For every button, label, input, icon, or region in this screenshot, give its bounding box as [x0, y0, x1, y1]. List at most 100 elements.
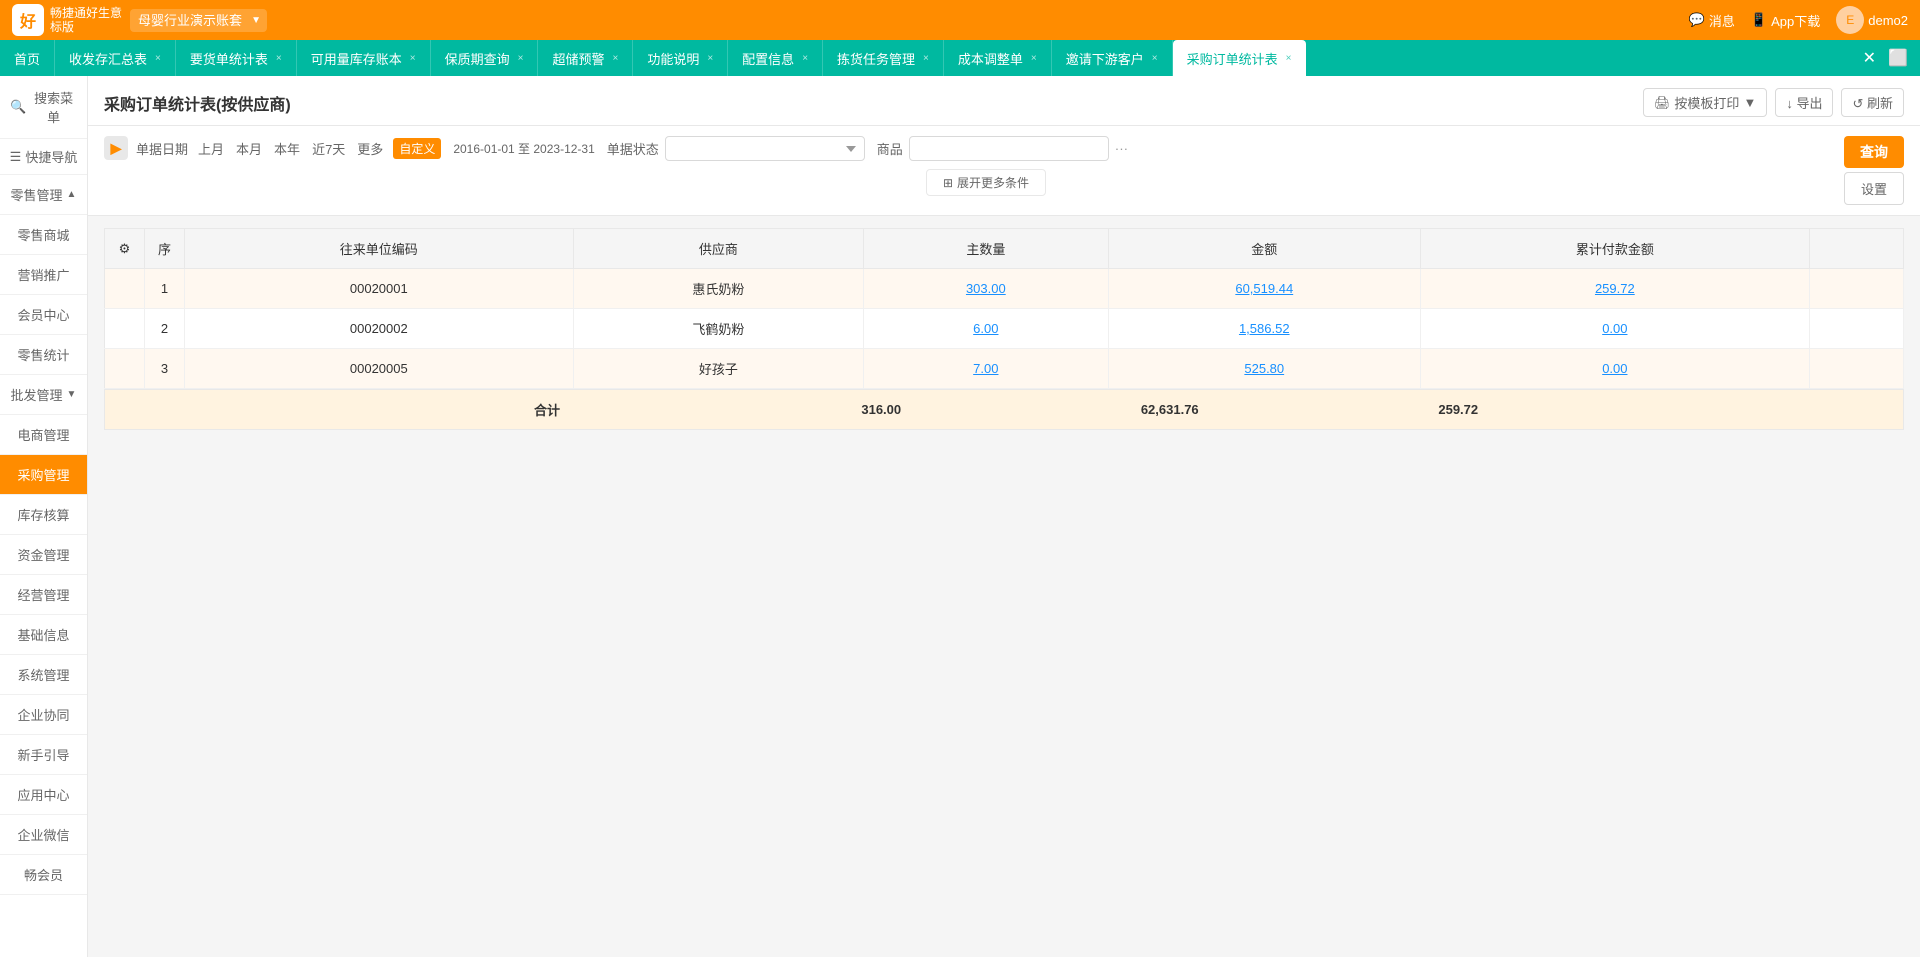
th-settings[interactable]: ⚙ [105, 229, 145, 269]
date-filter-label: 单据日期 [136, 139, 188, 158]
close-tab-caigoudan[interactable]: × [1286, 53, 1292, 64]
industry-selector-wrap[interactable]: 母婴行业演示账套 [130, 9, 267, 32]
row-amount[interactable]: 1,586.52 [1108, 309, 1421, 349]
row-paid[interactable]: 259.72 [1421, 269, 1810, 309]
shortcut-this-month[interactable]: 本月 [232, 137, 266, 160]
query-section: 查询 设置 [1844, 136, 1904, 205]
sidebar-item-yingxiao[interactable]: 营销推广 [0, 255, 87, 295]
tab-peizhi[interactable]: 配置信息 × [728, 40, 823, 76]
close-tab-gongneng[interactable]: × [707, 53, 713, 64]
row-settings-cell [105, 309, 145, 349]
th-supplier: 供应商 [573, 229, 864, 269]
close-tab-paihuorenwu[interactable]: × [923, 53, 929, 64]
export-icon: ↓ [1786, 96, 1793, 111]
date-shortcuts: 上月 本月 本年 近7天 更多 [194, 137, 387, 160]
sidebar-item-dian[interactable]: 电商管理 [0, 415, 87, 455]
refresh-btn[interactable]: ↺ 刷新 [1841, 88, 1904, 117]
th-paid: 累计付款金额 [1421, 229, 1810, 269]
goods-filter-label: 商品 [877, 139, 903, 158]
row-amount[interactable]: 60,519.44 [1108, 269, 1421, 309]
close-tab-chaochu[interactable]: × [612, 53, 618, 64]
shortcut-this-year[interactable]: 本年 [270, 137, 304, 160]
message-icon: 💬 [1689, 12, 1705, 28]
nav-icon: ☰ [10, 149, 22, 165]
sidebar-item-qiyeweixin[interactable]: 企业微信 [0, 815, 87, 855]
close-tab-baozhi[interactable]: × [518, 53, 524, 64]
quick-nav-btn[interactable]: ☰ 快捷导航 [0, 139, 87, 175]
tab-paihuorenwu[interactable]: 拣货任务管理 × [823, 40, 944, 76]
close-tab-chengbentiaoz[interactable]: × [1031, 53, 1037, 64]
tab-home[interactable]: 首页 [0, 40, 55, 76]
shortcut-7days[interactable]: 近7天 [308, 137, 349, 160]
print-btn[interactable]: 🖨 按模板打印 ▼ [1643, 88, 1767, 117]
user-avatar-area[interactable]: E demo2 [1836, 6, 1908, 34]
row-paid[interactable]: 0.00 [1421, 309, 1810, 349]
app-download-btn[interactable]: 📱 App下载 [1751, 11, 1820, 30]
sidebar-item-xinshou[interactable]: 新手引导 [0, 735, 87, 775]
row-amount[interactable]: 525.80 [1108, 349, 1421, 389]
tab-yaohuo[interactable]: 要货单统计表 × [176, 40, 297, 76]
sidebar-item-pifaguanli[interactable]: 批发管理 ▼ [0, 375, 87, 415]
sidebar-item-kucun[interactable]: 库存核算 [0, 495, 87, 535]
tab-shoufashui[interactable]: 收发存汇总表 × [55, 40, 176, 76]
sidebar-item-zijin[interactable]: 资金管理 [0, 535, 87, 575]
tab-gongneng[interactable]: 功能说明 × [633, 40, 728, 76]
sidebar-item-lingshangcheng[interactable]: 零售商城 [0, 215, 87, 255]
tab-baozhi[interactable]: 保质期查询 × [431, 40, 539, 76]
row-extra [1809, 349, 1903, 389]
footer-paid: 259.72 [1314, 402, 1603, 417]
maximize-btn[interactable]: ⬜ [1884, 44, 1912, 72]
shortcut-more[interactable]: 更多 [353, 137, 387, 160]
close-tab-keyong[interactable]: × [410, 53, 416, 64]
sidebar-item-huiyuan[interactable]: 会员中心 [0, 295, 87, 335]
close-tab-yaohuo[interactable]: × [276, 53, 282, 64]
sidebar-item-xitong[interactable]: 系统管理 [0, 655, 87, 695]
expand-icon: ▲ [67, 189, 77, 200]
close-tab-shoufashui[interactable]: × [155, 53, 161, 64]
tab-keyong[interactable]: 可用量库存账本 × [297, 40, 431, 76]
industry-selector[interactable]: 母婴行业演示账套 [130, 9, 267, 32]
row-settings-cell [105, 349, 145, 389]
expand-more-btn[interactable]: ⊞ 展开更多条件 [926, 169, 1046, 196]
filter-date-range-item: 2016-01-01 至 2023-12-31 [453, 140, 594, 157]
top-bar-left: 好 畅捷通好生意 标版 母婴行业演示账套 [12, 4, 267, 36]
close-tab-yaoqing[interactable]: × [1152, 53, 1158, 64]
page-title: 采购订单统计表(按供应商) [104, 91, 291, 115]
close-tab-peizhi[interactable]: × [802, 53, 808, 64]
filter-status-item: 单据状态 [607, 136, 865, 161]
shortcut-last-month[interactable]: 上月 [194, 137, 228, 160]
tab-yaoqing[interactable]: 邀请下游客户 × [1052, 40, 1173, 76]
tab-caigoudan[interactable]: 采购订单统计表 × [1173, 40, 1307, 76]
search-menu-btn[interactable]: 🔍 搜索菜单 [6, 84, 81, 130]
close-all-tabs-btn[interactable]: ✕ [1859, 44, 1880, 72]
sidebar-item-caigou[interactable]: 采购管理 [0, 455, 87, 495]
tab-chaochu[interactable]: 超储预警 × [538, 40, 633, 76]
row-paid[interactable]: 0.00 [1421, 349, 1810, 389]
tab-chengbentiaoz[interactable]: 成本调整单 × [944, 40, 1052, 76]
filter-settings-btn[interactable]: 设置 [1844, 172, 1904, 205]
logo-icon: 好 [12, 4, 44, 36]
sidebar-item-changhui[interactable]: 畅会员 [0, 855, 87, 895]
sidebar-item-yingyong[interactable]: 应用中心 [0, 775, 87, 815]
sidebar-item-jingying[interactable]: 经营管理 [0, 575, 87, 615]
th-quantity: 主数量 [864, 229, 1108, 269]
row-quantity[interactable]: 7.00 [864, 349, 1108, 389]
row-code: 00020005 [185, 349, 574, 389]
message-btn[interactable]: 💬 消息 [1689, 11, 1735, 30]
filter-collapse-btn[interactable]: ▶ [104, 136, 128, 160]
query-btn[interactable]: 查询 [1844, 136, 1904, 168]
goods-input[interactable] [909, 136, 1109, 161]
sidebar-item-jichu[interactable]: 基础信息 [0, 615, 87, 655]
sidebar-item-qiyexietong[interactable]: 企业协同 [0, 695, 87, 735]
row-code: 00020001 [185, 269, 574, 309]
date-range-text: 2016-01-01 至 2023-12-31 [453, 140, 594, 157]
row-quantity[interactable]: 6.00 [864, 309, 1108, 349]
sidebar-item-lingtongji[interactable]: 零售统计 [0, 335, 87, 375]
sidebar-item-lingshouguan[interactable]: 零售管理 ▲ [0, 175, 87, 215]
row-quantity[interactable]: 303.00 [864, 269, 1108, 309]
th-extra [1809, 229, 1903, 269]
status-select[interactable] [665, 136, 865, 161]
nav-right-btns: ✕ ⬜ [1859, 44, 1920, 72]
goods-more-btn[interactable]: ··· [1115, 141, 1128, 156]
export-btn[interactable]: ↓ 导出 [1775, 88, 1833, 117]
